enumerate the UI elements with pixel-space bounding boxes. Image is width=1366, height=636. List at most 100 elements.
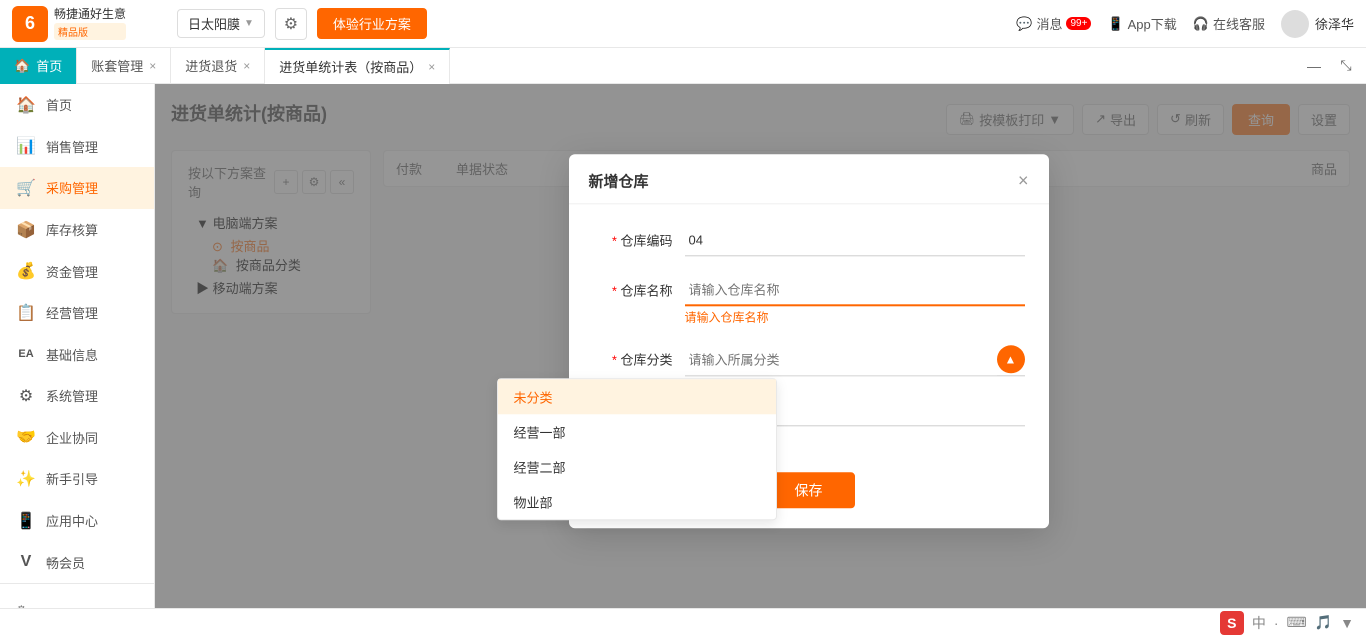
- sidebar-membership-label: 畅会员: [46, 553, 85, 572]
- sidebar-item-home[interactable]: 🏠 首页: [0, 84, 154, 126]
- trial-button[interactable]: 体验行业方案: [317, 8, 427, 39]
- sidebar-operations-label: 经营管理: [46, 303, 98, 322]
- tab-minimize-icon[interactable]: —: [1302, 54, 1326, 78]
- sales-icon: 📊: [16, 136, 36, 156]
- tab-purchase-return[interactable]: 进货退货 ×: [171, 48, 265, 84]
- category-toggle-icon[interactable]: ▲: [997, 345, 1025, 373]
- sidebar-purchase-label: 采购管理: [46, 178, 98, 197]
- apps-icon: 📱: [16, 511, 36, 531]
- tab-expand-icon[interactable]: ⤡: [1334, 54, 1358, 78]
- sidebar-home-label: 首页: [46, 95, 72, 114]
- purchase-icon: 🛒: [16, 178, 36, 198]
- main-layout: 🏠 首页 📊 销售管理 🛒 采购管理 📦 库存核算 💰 资金管理 📋 经营管理 …: [0, 84, 1366, 636]
- dropdown-item-dept1[interactable]: 经营一部: [498, 414, 776, 449]
- inventory-icon: 📦: [16, 220, 36, 240]
- tab-account-label: 账套管理: [91, 56, 143, 75]
- sidebar-inventory-label: 库存核算: [46, 220, 98, 239]
- dropdown-item-unclassified[interactable]: 未分类: [498, 379, 776, 414]
- tab-home[interactable]: 🏠 首页: [0, 48, 77, 84]
- status-zh-icon: 中: [1252, 613, 1266, 633]
- basic-info-icon: EA: [16, 348, 36, 360]
- modal-title: 新增仓库: [589, 170, 649, 191]
- tab-account-close-icon[interactable]: ×: [149, 59, 156, 73]
- app-name: 畅捷通好生意: [54, 7, 126, 23]
- system-icon: ⚙: [16, 386, 36, 406]
- brand-logo-s: S: [1220, 611, 1244, 635]
- sidebar-item-enterprise[interactable]: 🤝 企业协同: [0, 417, 154, 459]
- sidebar-item-guide[interactable]: ✨ 新手引导: [0, 458, 154, 500]
- category-field: ▲: [685, 343, 1025, 376]
- tab-home-label: 首页: [36, 56, 62, 75]
- home-nav-icon: 🏠: [16, 95, 36, 115]
- sidebar-item-membership[interactable]: V 畅会员: [0, 541, 154, 583]
- sidebar-item-purchase[interactable]: 🛒 采购管理: [0, 167, 154, 209]
- sidebar-item-finance[interactable]: 💰 资金管理: [0, 250, 154, 292]
- messages-button[interactable]: 💬 消息 99+: [1016, 14, 1091, 33]
- sidebar-finance-label: 资金管理: [46, 262, 98, 281]
- name-error-message: 请输入仓库名称: [685, 308, 1025, 325]
- tab-purchase-stats[interactable]: 进货单统计表（按商品） ×: [265, 48, 450, 84]
- app-logo-icon: 6: [12, 6, 48, 42]
- tab-purchase-stats-close-icon[interactable]: ×: [428, 60, 435, 74]
- sidebar-apps-label: 应用中心: [46, 511, 98, 530]
- sidebar: 🏠 首页 📊 销售管理 🛒 采购管理 📦 库存核算 💰 资金管理 📋 经营管理 …: [0, 84, 155, 636]
- modal-close-button[interactable]: ×: [1018, 170, 1029, 191]
- tab-account-management[interactable]: 账套管理 ×: [77, 48, 171, 84]
- message-icon: 💬: [1016, 16, 1032, 32]
- tabbar-actions: — ⤡: [1302, 54, 1366, 78]
- dropdown-item-dept2[interactable]: 经营二部: [498, 449, 776, 484]
- sidebar-sales-label: 销售管理: [46, 137, 98, 156]
- logo-area: 6 畅捷通好生意 精品版: [12, 6, 167, 42]
- warehouse-category-row: 仓库分类 ▲ 未分类 经营一部 经营二部 物业部: [593, 343, 1025, 376]
- keyboard-icon: ⌨: [1286, 614, 1306, 631]
- tray-expand-icon: ▼: [1340, 615, 1354, 631]
- sidebar-system-label: 系统管理: [46, 386, 98, 405]
- user-avatar: [1281, 10, 1309, 38]
- content-area: 进货单统计(按商品) 🖨 按模板打印 ▼ ↗ 导出 ↺ 刷新: [155, 84, 1366, 636]
- finance-icon: 💰: [16, 261, 36, 281]
- tab-purchase-return-close-icon[interactable]: ×: [243, 59, 250, 73]
- sidebar-item-operations[interactable]: 📋 经营管理: [0, 292, 154, 334]
- add-warehouse-modal: 新增仓库 × 仓库编码 仓库名称 请输入仓库名称: [569, 154, 1049, 528]
- operations-icon: 📋: [16, 303, 36, 323]
- status-bar: S 中 · ⌨ 🎵 ▼: [0, 608, 1366, 636]
- sidebar-enterprise-label: 企业协同: [46, 428, 98, 447]
- settings-gear-button[interactable]: ⚙: [275, 8, 307, 40]
- sidebar-item-apps[interactable]: 📱 应用中心: [0, 500, 154, 542]
- sidebar-item-sales[interactable]: 📊 销售管理: [0, 126, 154, 168]
- category-label: 仓库分类: [593, 343, 673, 368]
- name-label: 仓库名称: [593, 274, 673, 299]
- tab-purchase-stats-label: 进货单统计表（按商品）: [279, 57, 422, 76]
- home-icon: 🏠: [14, 58, 30, 74]
- store-name: 日太阳膜: [188, 14, 240, 33]
- dropdown-item-dept3[interactable]: 物业部: [498, 484, 776, 519]
- warehouse-category-input[interactable]: [685, 343, 997, 375]
- sound-icon: 🎵: [1315, 614, 1332, 631]
- store-selector[interactable]: 日太阳膜 ▼: [177, 9, 265, 38]
- warehouse-code-input[interactable]: [685, 224, 1025, 256]
- username: 徐泽华: [1315, 14, 1354, 33]
- store-selector-arrow-icon: ▼: [244, 18, 254, 29]
- headset-icon: 🎧: [1193, 16, 1209, 32]
- sidebar-basic-info-label: 基础信息: [46, 345, 98, 364]
- warehouse-name-input[interactable]: [685, 274, 1025, 306]
- modal-body: 仓库编码 仓库名称 请输入仓库名称 仓库分类 ▲: [569, 204, 1049, 464]
- category-dropdown: 未分类 经营一部 经营二部 物业部: [497, 378, 777, 520]
- warehouse-code-row: 仓库编码: [593, 224, 1025, 256]
- sidebar-item-inventory[interactable]: 📦 库存核算: [0, 209, 154, 251]
- user-profile[interactable]: 徐泽华: [1281, 10, 1354, 38]
- warehouse-name-row: 仓库名称 请输入仓库名称: [593, 274, 1025, 325]
- sidebar-item-basic-info[interactable]: EA 基础信息: [0, 333, 154, 375]
- name-field-wrapper: 请输入仓库名称: [685, 274, 1025, 325]
- app-badge: 精品版: [54, 23, 126, 40]
- online-service-button[interactable]: 🎧 在线客服: [1193, 14, 1265, 33]
- topbar-right: 💬 消息 99+ 📱 App下载 🎧 在线客服 徐泽华: [1016, 10, 1354, 38]
- sidebar-item-system[interactable]: ⚙ 系统管理: [0, 375, 154, 417]
- tabbar: 🏠 首页 账套管理 × 进货退货 × 进货单统计表（按商品） × — ⤡: [0, 48, 1366, 84]
- tab-purchase-return-label: 进货退货: [185, 56, 237, 75]
- messages-badge: 99+: [1066, 17, 1091, 30]
- guide-icon: ✨: [16, 469, 36, 489]
- status-dot-icon: ·: [1274, 615, 1279, 631]
- app-download-button[interactable]: 📱 App下载: [1107, 14, 1176, 33]
- topbar: 6 畅捷通好生意 精品版 日太阳膜 ▼ ⚙ 体验行业方案 💬 消息 99+ 📱 …: [0, 0, 1366, 48]
